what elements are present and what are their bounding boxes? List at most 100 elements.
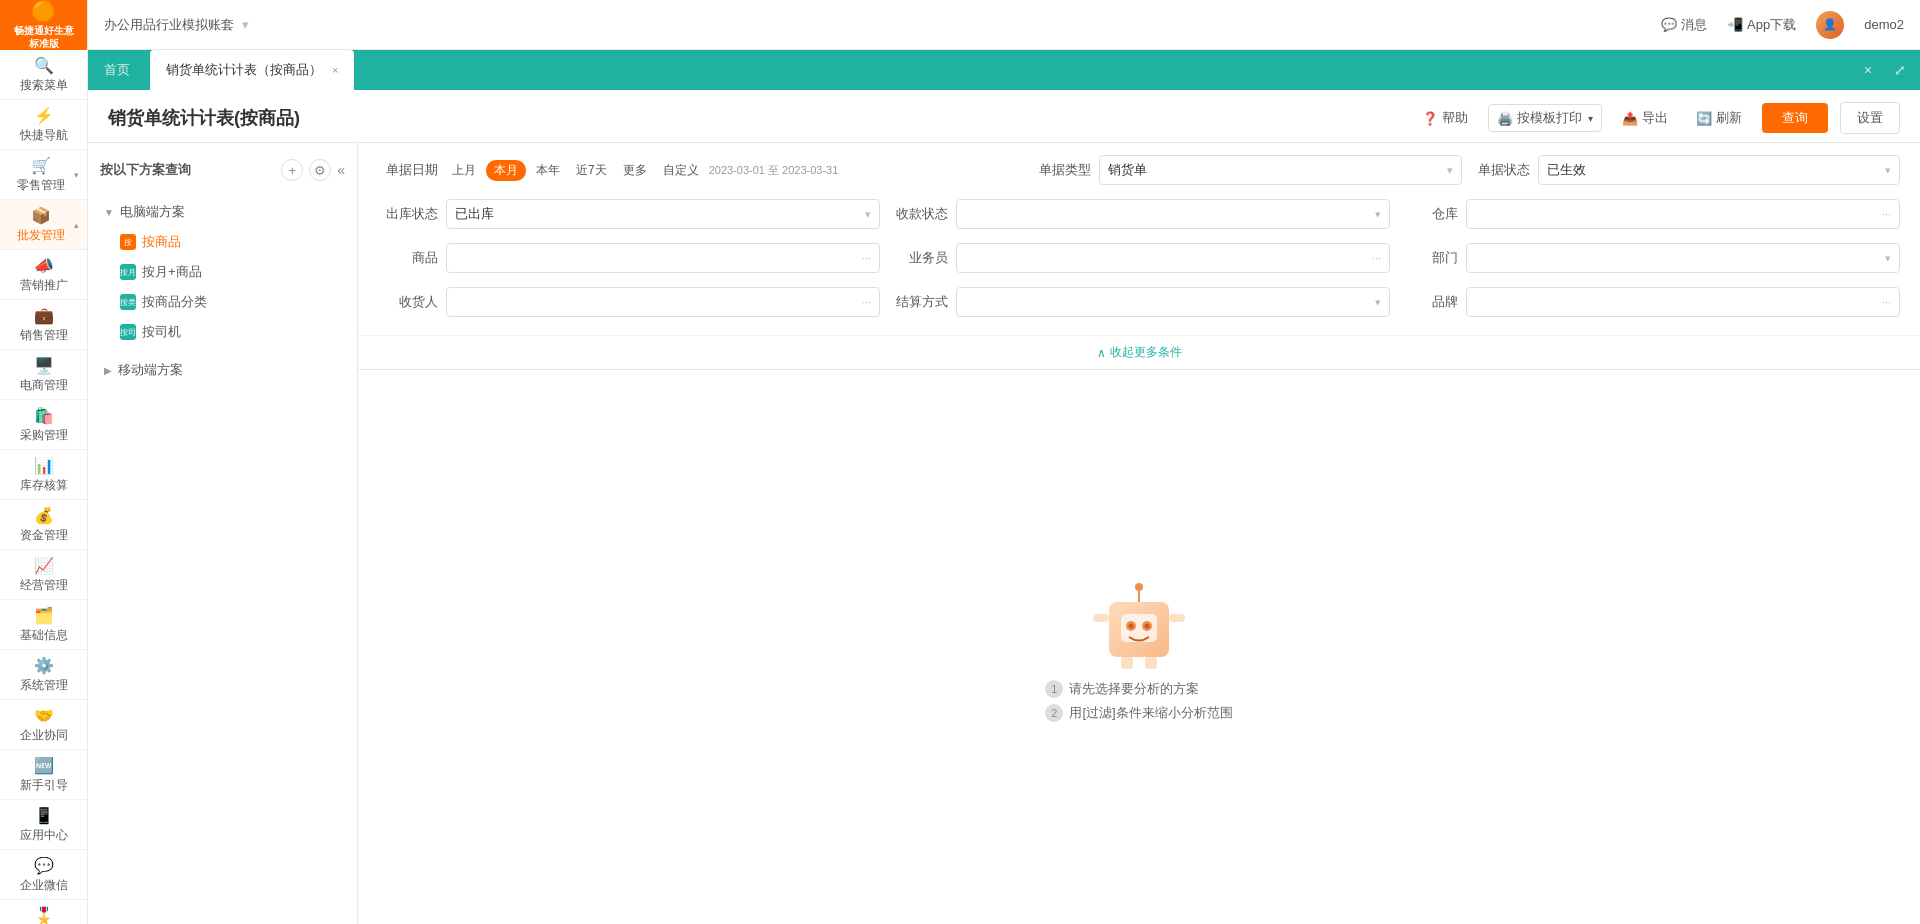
mobile-section-header[interactable]: ▶ 移动端方案 — [88, 355, 357, 385]
receiver-control[interactable]: ··· — [446, 287, 880, 317]
sidebar-item-basic[interactable]: 🗂️ 基础信息 — [0, 600, 87, 650]
user-name: demo2 — [1864, 17, 1904, 32]
receiver-more-icon: ··· — [862, 296, 871, 308]
date-tabs: 上月 本月 本年 近7天 更多 自定义 — [446, 160, 705, 181]
app-download-label: App下载 — [1747, 16, 1796, 34]
goods-control[interactable]: ··· — [446, 243, 880, 273]
user-avatar-img: 👤 — [1823, 18, 1837, 31]
sidebar-item-retail[interactable]: 🛒 零售管理 ▾ — [0, 150, 87, 200]
sidebar-finance-label: 资金管理 — [20, 527, 68, 544]
tab-report[interactable]: 销货单统计计表（按商品） × — [150, 50, 354, 90]
ecommerce-icon: 🖥️ — [34, 356, 54, 375]
help-button[interactable]: ❓ 帮助 — [1414, 105, 1476, 131]
filter-field-settlement: 结算方式 ▾ — [888, 287, 1390, 317]
sidebar-item-operation[interactable]: 📈 经营管理 — [0, 550, 87, 600]
desktop-section-header[interactable]: ▼ 电脑端方案 — [88, 197, 357, 227]
sidebar-item-search[interactable]: 🔍 搜索菜单 — [0, 50, 87, 100]
report-tab-label: 销货单统计计表（按商品） — [166, 61, 322, 79]
sidebar-item-finance[interactable]: 💰 资金管理 — [0, 500, 87, 550]
settings-button[interactable]: 设置 — [1840, 102, 1900, 134]
message-button[interactable]: 💬 消息 — [1661, 16, 1707, 34]
settlement-control[interactable]: ▾ — [956, 287, 1390, 317]
tab-home[interactable]: 首页 — [88, 50, 146, 90]
tab-expand-button[interactable]: ⤢ — [1888, 58, 1912, 82]
date-tab-this-year[interactable]: 本年 — [530, 160, 566, 181]
sidebar-item-ecommerce[interactable]: 🖥️ 电商管理 — [0, 350, 87, 400]
out-status-label: 出库状态 — [378, 205, 438, 223]
filter-form-area: 单据日期 上月 本月 本年 近7天 更多 自定义 — [358, 143, 1920, 370]
payment-status-control[interactable]: ▾ — [956, 199, 1390, 229]
filter-item-by-goods[interactable]: 按 按商品 — [88, 227, 357, 257]
warehouse-control[interactable]: ··· — [1466, 199, 1900, 229]
filter-field-warehouse: 仓库 ··· — [1398, 199, 1900, 229]
empty-state: 1 请先选择要分析的方案 2 用[过滤]条件来缩小分析范围 — [358, 370, 1920, 924]
filter-row-3: 商品 ··· 业务员 ··· — [378, 243, 1900, 273]
print-button[interactable]: 🖨️ 按模板打印 ▾ — [1488, 104, 1602, 132]
tab-bar-actions: × ⤢ — [1856, 58, 1920, 82]
salesman-control[interactable]: ··· — [956, 243, 1390, 273]
filter-panel: 按以下方案查询 + ⚙ « ▼ 电脑端方案 — [88, 143, 358, 924]
svg-point-5 — [1145, 624, 1150, 629]
message-icon: 💬 — [1661, 17, 1677, 32]
date-tab-last-month[interactable]: 上月 — [446, 160, 482, 181]
sidebar-item-guide[interactable]: 🆕 新手引导 — [0, 750, 87, 800]
payment-status-arrow-icon: ▾ — [1375, 208, 1381, 221]
sidebar-item-system[interactable]: ⚙️ 系统管理 — [0, 650, 87, 700]
filter-item-by-driver[interactable]: 按司 按司机 — [88, 317, 357, 347]
sidebar-inventory-label: 库存核算 — [20, 477, 68, 494]
sidebar-enterprise-label: 企业协同 — [20, 727, 68, 744]
sidebar-ecommerce-label: 电商管理 — [20, 377, 68, 394]
doc-type-control[interactable]: 销货单 ▾ — [1099, 155, 1461, 185]
goods-label: 商品 — [378, 249, 438, 267]
doc-status-label: 单据状态 — [1470, 161, 1530, 179]
sidebar-item-wechat[interactable]: 💬 企业微信 — [0, 850, 87, 900]
date-tab-custom[interactable]: 自定义 — [657, 160, 705, 181]
wholesale-icon: 📦 — [31, 206, 51, 225]
mobile-section-arrow-icon: ▶ — [104, 365, 112, 376]
by-category-label: 按商品分类 — [142, 293, 207, 311]
sidebar-guide-label: 新手引导 — [20, 777, 68, 794]
sidebar-item-purchase[interactable]: 🛍️ 采购管理 — [0, 400, 87, 450]
sidebar-item-marketing[interactable]: 📣 营销推广 — [0, 250, 87, 300]
tab-close-icon[interactable]: × — [332, 64, 338, 76]
out-status-control[interactable]: 已出库 ▾ — [446, 199, 880, 229]
department-control[interactable]: ▾ — [1466, 243, 1900, 273]
sidebar-item-appcenter[interactable]: 📱 应用中心 — [0, 800, 87, 850]
filter-item-by-category[interactable]: 按类 按商品分类 — [88, 287, 357, 317]
by-goods-label: 按商品 — [142, 233, 181, 251]
by-month-goods-label: 按月+商品 — [142, 263, 202, 281]
date-tab-7days[interactable]: 近7天 — [570, 160, 613, 181]
filter-add-button[interactable]: + — [281, 159, 303, 181]
sidebar-item-quicknav[interactable]: ⚡ 快捷导航 — [0, 100, 87, 150]
sidebar-item-enterprise[interactable]: 🤝 企业协同 — [0, 700, 87, 750]
sidebar-item-inventory[interactable]: 📊 库存核算 — [0, 450, 87, 500]
app-download-button[interactable]: 📲 App下载 — [1727, 16, 1796, 34]
doc-status-value: 已生效 — [1547, 161, 1885, 179]
salesman-more-icon: ··· — [1372, 252, 1381, 264]
sidebar-item-member[interactable]: 🎖️ 畅会员 — [0, 900, 87, 924]
filter-settings-button[interactable]: ⚙ — [309, 159, 331, 181]
query-button[interactable]: 查询 — [1762, 103, 1828, 133]
page-content: 销货单统计计表(按商品) ❓ 帮助 🖨️ 按模板打印 ▾ 📤 导出 🔄 刷 — [88, 90, 1920, 924]
collapse-bar[interactable]: ∧ 收起更多条件 — [358, 335, 1920, 369]
user-avatar[interactable]: 👤 — [1816, 11, 1844, 39]
date-tab-more[interactable]: 更多 — [617, 160, 653, 181]
filter-item-by-month-goods[interactable]: 按月 按月+商品 — [88, 257, 357, 287]
refresh-icon: 🔄 — [1696, 111, 1712, 126]
tab-close-all-button[interactable]: × — [1856, 58, 1880, 82]
filter-field-salesman: 业务员 ··· — [888, 243, 1390, 273]
export-button[interactable]: 📤 导出 — [1614, 105, 1676, 131]
doc-status-control[interactable]: 已生效 ▾ — [1538, 155, 1900, 185]
brand-control[interactable]: ··· — [1466, 287, 1900, 317]
filter-field-brand: 品牌 ··· — [1398, 287, 1900, 317]
date-tab-this-month[interactable]: 本月 — [486, 160, 526, 181]
filter-tree-section-mobile: ▶ 移动端方案 — [88, 351, 357, 389]
desktop-section-label: 电脑端方案 — [120, 203, 185, 221]
filter-collapse-button[interactable]: « — [337, 162, 345, 178]
sidebar-sales-label: 销售管理 — [20, 327, 68, 344]
filter-field-department: 部门 ▾ — [1398, 243, 1900, 273]
retail-icon: 🛒 — [31, 156, 51, 175]
sidebar-item-sales[interactable]: 💼 销售管理 — [0, 300, 87, 350]
refresh-button[interactable]: 🔄 刷新 — [1688, 105, 1750, 131]
sidebar-item-wholesale[interactable]: 📦 批发管理 ▴ — [0, 200, 87, 250]
